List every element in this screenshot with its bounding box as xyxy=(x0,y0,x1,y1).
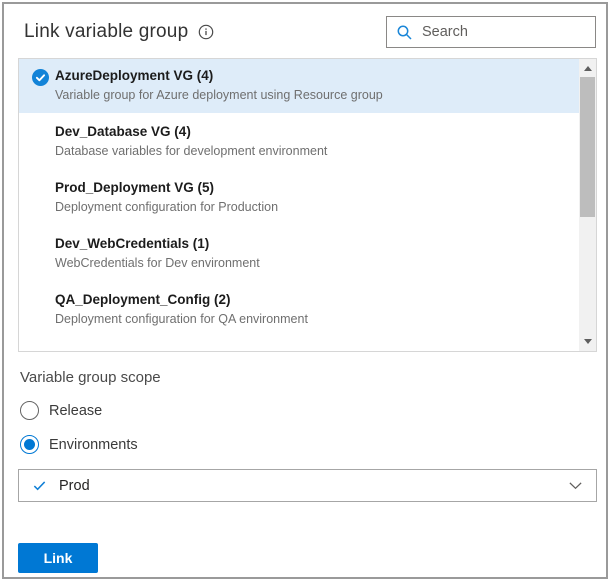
info-icon[interactable] xyxy=(198,24,214,40)
search-input[interactable] xyxy=(422,24,609,40)
link-variable-group-dialog: Link variable group Search AzureDeployme… xyxy=(2,2,609,579)
dropdown-selected-value: Prod xyxy=(59,477,90,494)
variable-group-title: AzureDeployment VG (4) xyxy=(55,68,214,83)
environment-dropdown[interactable]: Prod xyxy=(18,469,597,502)
radio-release-icon[interactable] xyxy=(20,401,39,420)
link-button[interactable]: Link xyxy=(18,543,98,573)
variable-group-row[interactable]: QA_Deployment_Config (2) Deployment conf… xyxy=(19,283,579,337)
check-icon xyxy=(32,478,47,493)
scroll-up-arrow[interactable] xyxy=(579,61,596,76)
page-title: Link variable group xyxy=(24,21,189,42)
radio-option-environments[interactable]: Environments xyxy=(20,435,597,454)
variable-group-row[interactable]: Dev_Database VG (4) Database variables f… xyxy=(19,115,579,169)
variable-group-scope-section: Variable group scope Release Environment… xyxy=(20,369,597,454)
list-scrollbar[interactable] xyxy=(579,59,596,351)
scroll-down-arrow[interactable] xyxy=(579,334,596,349)
variable-group-title: Dev_Database VG (4) xyxy=(55,124,191,139)
search-box xyxy=(386,16,609,48)
variable-group-row[interactable]: AzureDeployment VG (4) Variable group fo… xyxy=(19,59,579,113)
scope-section-label: Variable group scope xyxy=(20,369,161,386)
dialog-header: Link variable group xyxy=(4,4,609,56)
variable-group-rows: AzureDeployment VG (4) Variable group fo… xyxy=(19,59,579,351)
variable-group-description: Variable group for Azure deployment usin… xyxy=(55,88,383,102)
triangle-down-icon xyxy=(583,339,592,344)
variable-group-description: Deployment configuration for QA environm… xyxy=(55,312,308,326)
variable-group-description: WebCredentials for Dev environment xyxy=(55,256,260,270)
radio-environments-label[interactable]: Environments xyxy=(49,437,138,453)
selected-check-icon xyxy=(32,69,49,86)
radio-option-release[interactable]: Release xyxy=(20,401,597,420)
variable-group-title: Prod_Deployment VG (5) xyxy=(55,180,215,195)
chevron-down-icon[interactable] xyxy=(568,478,583,493)
search-icon xyxy=(396,24,413,41)
variable-group-list: AzureDeployment VG (4) Variable group fo… xyxy=(18,58,597,352)
variable-group-description: Deployment configuration for Production xyxy=(55,200,279,214)
scrollbar-thumb[interactable] xyxy=(580,77,595,217)
variable-group-title: QA_Deployment_Config (2) xyxy=(55,292,231,307)
variable-group-title: Dev_WebCredentials (1) xyxy=(55,236,210,251)
radio-environments-icon[interactable] xyxy=(20,435,39,454)
triangle-up-icon xyxy=(583,66,592,71)
variable-group-row[interactable]: Dev_WebCredentials (1) WebCredentials fo… xyxy=(19,227,579,281)
radio-release-label[interactable]: Release xyxy=(49,403,102,419)
variable-group-row[interactable]: Prod_Deployment VG (5) Deployment config… xyxy=(19,171,579,225)
variable-group-description: Database variables for development envir… xyxy=(55,144,328,158)
